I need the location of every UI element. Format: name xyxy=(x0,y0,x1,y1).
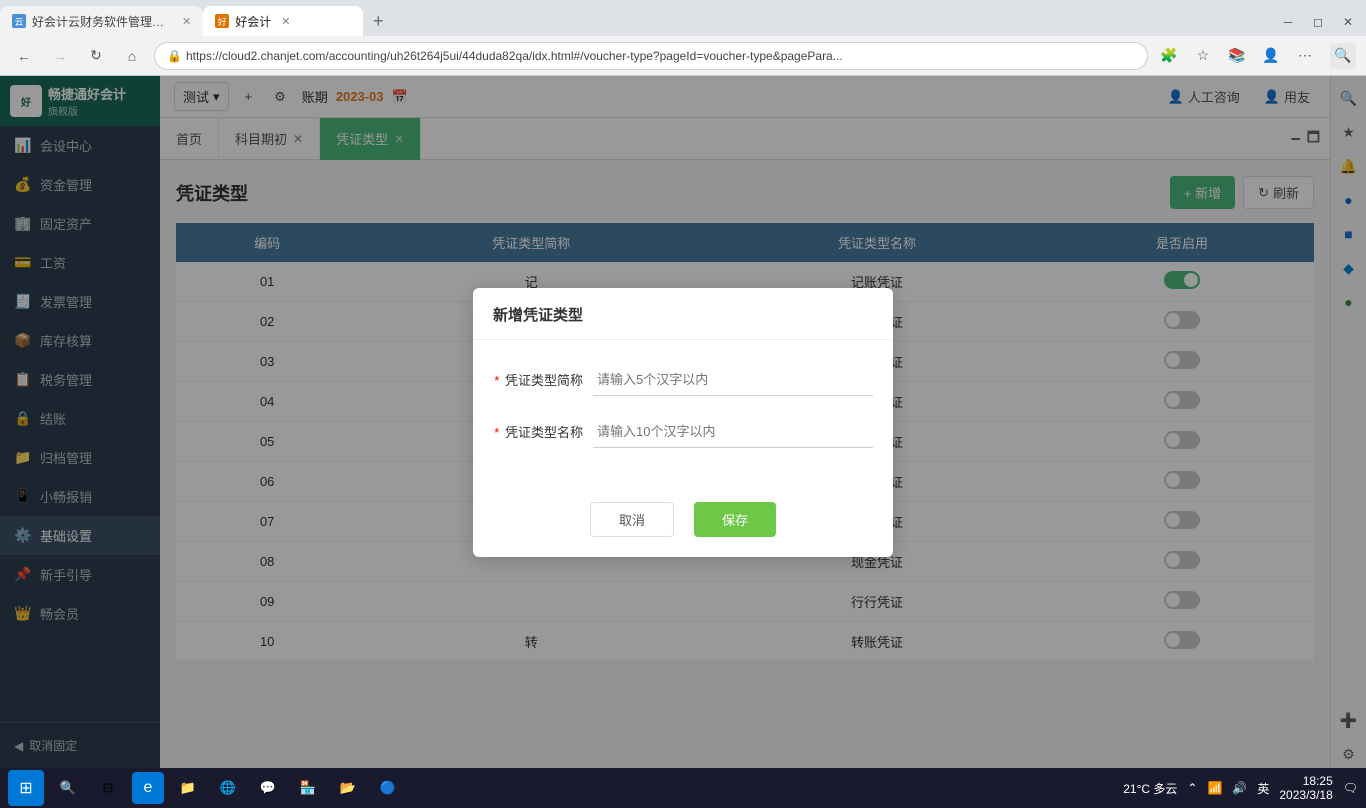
taskbar-wechat[interactable]: 💬 xyxy=(252,772,284,804)
modal-title: 新增凭证类型 xyxy=(473,288,893,340)
full-name-input[interactable] xyxy=(593,416,873,448)
tab2-favicon: 好 xyxy=(215,14,229,28)
start-button[interactable]: ⊞ xyxy=(8,770,44,806)
window-close[interactable]: ✕ xyxy=(1334,8,1362,36)
window-minimize[interactable]: ─ xyxy=(1274,8,1302,36)
taskbar-folder2[interactable]: 📂 xyxy=(332,772,364,804)
taskbar-search[interactable]: 🔍 xyxy=(52,772,84,804)
modal-overlay: 新增凭证类型 * 凭证类型简称 * 凭证类型名称 取消 保存 xyxy=(0,76,1366,768)
taskbar-right: 21°C 多云 ⌃ 📶 🔊 英 18:25 2023/3/18 🗨 xyxy=(1123,774,1358,802)
taskbar-weather: 21°C 多云 xyxy=(1123,780,1177,797)
forward-button[interactable]: → xyxy=(46,42,74,70)
taskbar-volume-icon: 🔊 xyxy=(1232,781,1247,795)
url-text: https://cloud2.chanjet.com/accounting/uh… xyxy=(186,49,843,63)
tab1-label: 好会计云财务软件管理系统_会计 xyxy=(32,13,172,30)
window-restore[interactable]: ◻ xyxy=(1304,8,1332,36)
taskbar-store[interactable]: 🏪 xyxy=(292,772,324,804)
short-name-label: * 凭证类型简称 xyxy=(493,370,593,389)
new-tab-button[interactable]: + xyxy=(363,6,393,36)
full-name-label: * 凭证类型名称 xyxy=(493,422,593,441)
tab2-label: 好会计 xyxy=(235,13,271,30)
browser-tab-2[interactable]: 好 好会计 ✕ xyxy=(203,6,363,36)
taskbar-lang: 英 xyxy=(1257,780,1269,797)
taskbar-file-explorer[interactable]: 📁 xyxy=(172,772,204,804)
extensions-btn[interactable]: 🧩 xyxy=(1156,43,1182,69)
refresh-button[interactable]: ↻ xyxy=(82,42,110,70)
taskbar-notification-icon[interactable]: 🗨 xyxy=(1343,781,1358,795)
required-mark-1: * xyxy=(494,373,499,388)
modal-footer: 取消 保存 xyxy=(473,492,893,557)
cancel-button[interactable]: 取消 xyxy=(590,502,674,537)
taskbar: ⊞ 🔍 ⊟ e 📁 🌐 💬 🏪 📂 🔵 21°C 多云 ⌃ 📶 🔊 英 18:2… xyxy=(0,768,1366,808)
taskbar-edge2[interactable]: 🔵 xyxy=(372,772,404,804)
required-mark-2: * xyxy=(494,425,499,440)
taskbar-clock: 18:25 2023/3/18 xyxy=(1279,774,1332,802)
taskbar-time: 18:25 xyxy=(1279,774,1332,788)
taskbar-edge[interactable]: e xyxy=(132,772,164,804)
tab1-favicon: 云 xyxy=(12,14,26,28)
collections-btn[interactable]: 📚 xyxy=(1224,43,1250,69)
taskbar-date: 2023/3/18 xyxy=(1279,788,1332,802)
favorites-btn[interactable]: ☆ xyxy=(1190,43,1216,69)
browser-tab-1[interactable]: 云 好会计云财务软件管理系统_会计 ✕ xyxy=(0,6,203,36)
taskbar-chrome[interactable]: 🌐 xyxy=(212,772,244,804)
taskbar-task-view[interactable]: ⊟ xyxy=(92,772,124,804)
taskbar-expand-icon[interactable]: ⌃ xyxy=(1187,781,1197,795)
sidebar-search[interactable]: 🔍 xyxy=(1330,43,1356,69)
modal-body: * 凭证类型简称 * 凭证类型名称 xyxy=(473,340,893,492)
form-row-short-name: * 凭证类型简称 xyxy=(493,364,873,396)
taskbar-network-icon: 📶 xyxy=(1207,781,1222,795)
url-bar[interactable]: 🔒 https://cloud2.chanjet.com/accounting/… xyxy=(154,42,1148,70)
add-voucher-modal: 新增凭证类型 * 凭证类型简称 * 凭证类型名称 取消 保存 xyxy=(473,288,893,557)
tab1-close[interactable]: ✕ xyxy=(182,15,191,28)
back-button[interactable]: ← xyxy=(10,42,38,70)
profile-btn[interactable]: 👤 xyxy=(1258,43,1284,69)
short-name-input[interactable] xyxy=(593,364,873,396)
home-button[interactable]: ⌂ xyxy=(118,42,146,70)
settings-btn[interactable]: ⋯ xyxy=(1292,43,1318,69)
save-button[interactable]: 保存 xyxy=(694,502,776,537)
tab2-close[interactable]: ✕ xyxy=(281,15,290,28)
form-row-full-name: * 凭证类型名称 xyxy=(493,416,873,448)
